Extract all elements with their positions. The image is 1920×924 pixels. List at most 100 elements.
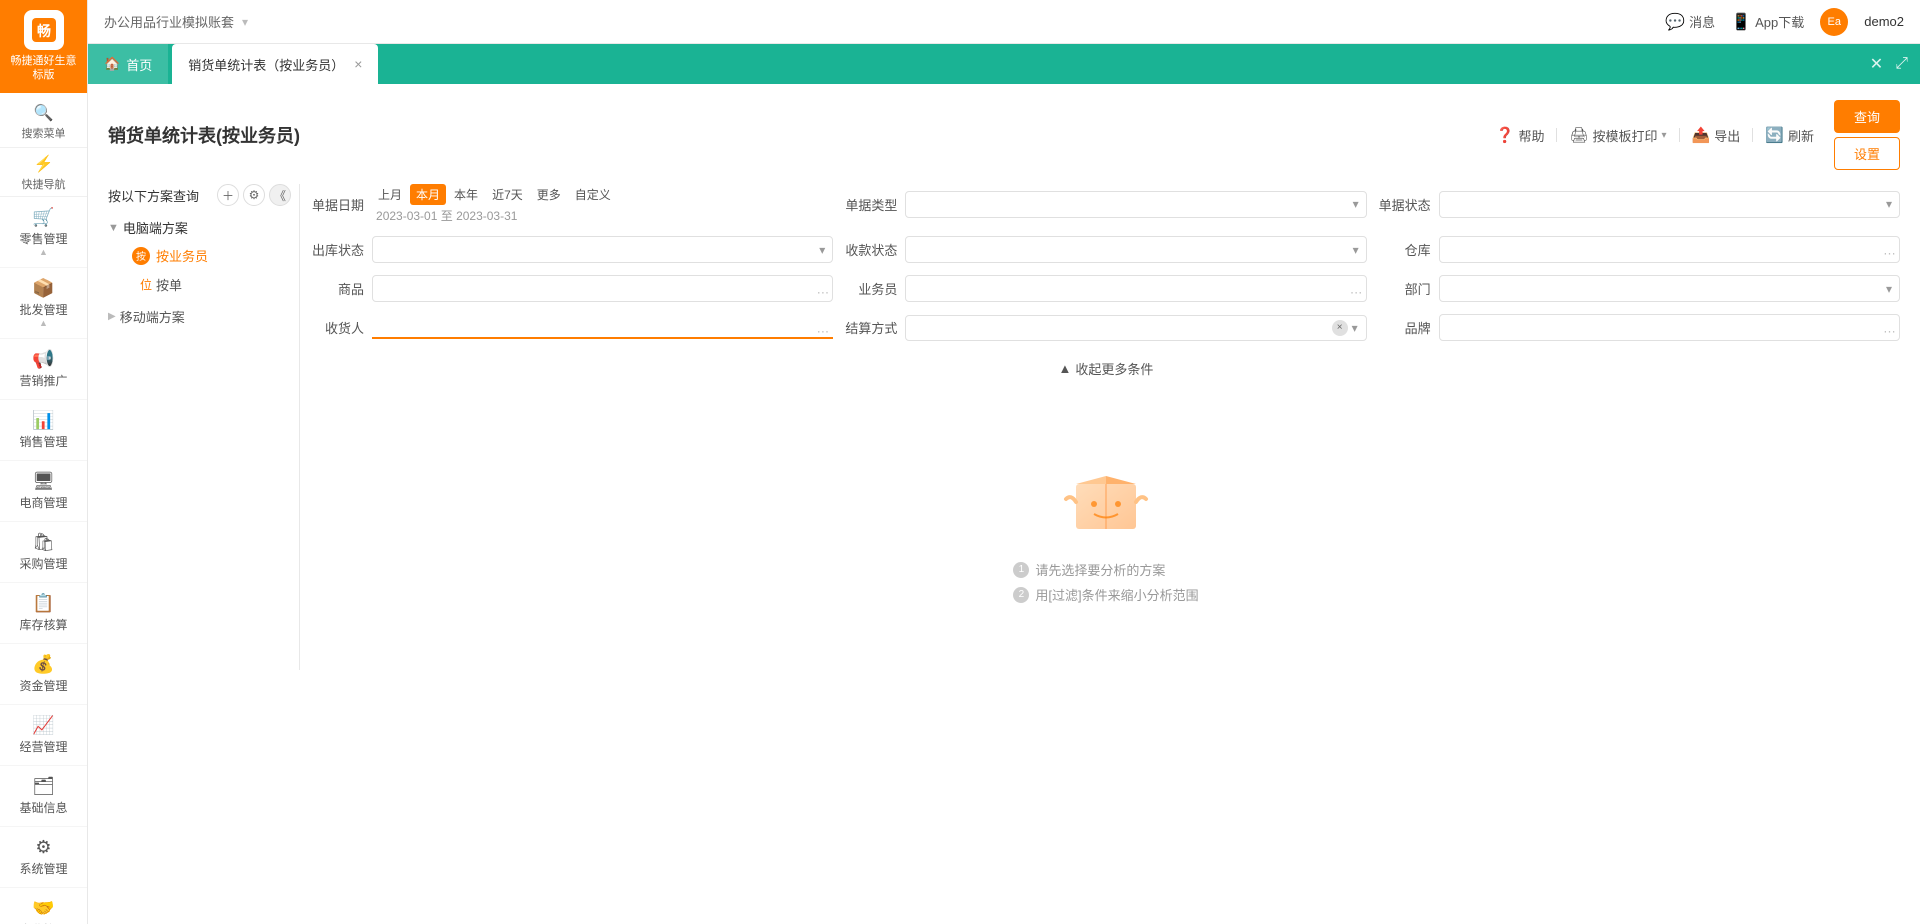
consignee-input-wrapper: … (372, 316, 833, 339)
product-dots-btn[interactable]: … (812, 281, 833, 296)
collapse-bar[interactable]: ▲ 收起更多条件 (312, 353, 1900, 384)
scheme-salesperson-label: 按业务员 (156, 246, 208, 265)
breadcrumb[interactable]: 办公用品行业模拟账套 (104, 12, 234, 31)
sidebar-item-inventory[interactable]: 📋 库存核算 (0, 583, 87, 644)
template-print-btn[interactable]: 🖨 按模板打印 ▾ (1569, 126, 1666, 145)
warehouse-label: 仓库 (1379, 240, 1431, 259)
filter-row-2: 出库状态 收款状态 (312, 236, 1900, 263)
tip-text-1: 请先选择要分析的方案 (1035, 560, 1165, 579)
help-label: 帮助 (1518, 126, 1544, 145)
export-btn[interactable]: 📤 导出 (1692, 126, 1741, 145)
payment-status-select-wrapper (905, 236, 1366, 263)
brand-dots-btn[interactable]: … (1879, 320, 1900, 335)
tab-close-btn[interactable]: × (354, 56, 362, 72)
department-select[interactable] (1439, 275, 1900, 302)
doc-status-select[interactable] (1439, 191, 1900, 218)
date-tab-custom[interactable]: 自定义 (569, 184, 617, 205)
quick-nav-item[interactable]: ⚡ 快捷导航 (0, 148, 87, 197)
tip-num-2: 2 (1013, 587, 1029, 603)
date-tab-more[interactable]: 更多 (531, 184, 567, 205)
message-btn[interactable]: 💬 消息 (1665, 12, 1715, 32)
sidebar-item-ecommerce[interactable]: 🖥 电商管理 (0, 461, 87, 522)
warehouse-input[interactable] (1439, 236, 1900, 263)
retail-label: 零售管理 (19, 230, 67, 247)
refresh-icon: 🔄 (1765, 126, 1784, 144)
date-tab-this-month[interactable]: 本月 (410, 184, 446, 205)
sidebar-item-operations[interactable]: 📈 经营管理 (0, 705, 87, 766)
mobile-arrow-icon: ▶ (108, 311, 116, 322)
date-tab-last-month[interactable]: 上月 (372, 184, 408, 205)
query-button[interactable]: 查询 (1834, 100, 1900, 133)
date-field: 单据日期 上月 本月 本年 近7天 更多 自定义 20 (312, 184, 833, 224)
sidebar-item-system[interactable]: ⚙ 系统管理 (0, 827, 87, 888)
warehouse-dots-btn[interactable]: … (1879, 242, 1900, 257)
warehouse-input-wrapper: … (1439, 236, 1900, 263)
sidebar-item-retail[interactable]: 🛒 零售管理 ▲ (0, 197, 87, 268)
breadcrumb-dropdown-icon[interactable]: ▾ (242, 15, 248, 29)
template-print-arrow-icon: ▾ (1662, 130, 1667, 141)
header-right: 💬 消息 📱 App下载 Ea demo2 (1665, 8, 1904, 36)
out-status-select-wrapper (372, 236, 833, 263)
brand-input[interactable] (1439, 314, 1900, 341)
sub-icon: 位 (140, 276, 152, 293)
tab-close-all-btn[interactable]: ✕ (1866, 50, 1887, 78)
consignee-label: 收货人 (312, 318, 364, 337)
refresh-btn[interactable]: 🔄 刷新 (1765, 126, 1814, 145)
app-download-btn[interactable]: 📱 App下载 (1731, 12, 1804, 32)
product-input-wrapper: … (372, 275, 833, 302)
purchase-label: 采购管理 (19, 555, 67, 572)
query-panel: 按以下方案查询 ＋ ⚙ 《 ▼ 电脑端方案 (108, 184, 1900, 670)
nav-label: 快捷导航 (22, 176, 66, 192)
doc-status-field: 单据状态 (1379, 191, 1900, 218)
sidebar-item-finance[interactable]: 💰 资金管理 (0, 644, 87, 705)
date-tab-this-year[interactable]: 本年 (448, 184, 484, 205)
scheme-sidebar: 按以下方案查询 ＋ ⚙ 《 ▼ 电脑端方案 (108, 184, 300, 670)
sidebar-item-sales[interactable]: 📊 销售管理 (0, 400, 87, 461)
search-menu-item[interactable]: 🔍 搜索菜单 (0, 93, 87, 148)
consignee-input[interactable] (372, 316, 833, 339)
mobile-scheme-label: 移动端方案 (120, 307, 185, 326)
date-range-text: 2023-03-01 至 2023-03-31 (376, 207, 833, 224)
desktop-scheme-header[interactable]: ▼ 电脑端方案 (108, 214, 291, 241)
sidebar-item-wholesale[interactable]: 📦 批发管理 ▲ (0, 268, 87, 339)
tab-home[interactable]: 🏠 首页 (88, 44, 168, 84)
page-inner: 销货单统计表(按业务员) ❓ 帮助 🖨 按模板打印 ▾ 📤 (88, 84, 1920, 924)
tab-home-label: 首页 (126, 55, 152, 74)
finance-icon: 💰 (32, 654, 54, 675)
add-scheme-btn[interactable]: ＋ (217, 184, 239, 206)
collapse-scheme-btn[interactable]: 《 (269, 184, 291, 206)
product-input[interactable] (372, 275, 833, 302)
tab-sales-report[interactable]: 销货单统计表（按业务员） × (172, 44, 378, 84)
settlement-clear-btn[interactable]: × (1332, 320, 1348, 336)
settings-scheme-btn[interactable]: ⚙ (243, 184, 265, 206)
settlement-dropdown-icon[interactable]: ▾ (1352, 321, 1358, 335)
date-tab-last-7-days[interactable]: 近7天 (486, 184, 529, 205)
consignee-dots-btn[interactable]: … (812, 320, 833, 335)
out-status-select[interactable] (372, 236, 833, 263)
sidebar-item-cooperation[interactable]: 🤝 企业协同 (0, 888, 87, 924)
mobile-scheme-group[interactable]: ▶ 移动端方案 (108, 303, 291, 330)
desktop-arrow-icon: ▼ (108, 222, 119, 234)
doc-type-select[interactable] (905, 191, 1366, 218)
page-title: 销货单统计表(按业务员) (108, 122, 300, 148)
template-print-label: 按模板打印 (1593, 126, 1658, 145)
scheme-item-by-salesperson[interactable]: 按 按业务员 (116, 241, 291, 270)
system-icon: ⚙ (35, 837, 51, 858)
sidebar-item-purchase[interactable]: 🛍 采购管理 (0, 522, 87, 583)
scheme-item-by-order[interactable]: 位 按单 (116, 270, 291, 299)
salesperson-input[interactable] (905, 275, 1366, 302)
app-logo[interactable]: 畅 畅捷通好生意 标版 (0, 0, 87, 93)
sidebar-item-basics[interactable]: 🗂 基础信息 (0, 766, 87, 827)
scheme-order-label: 按单 (156, 275, 182, 294)
payment-status-select[interactable] (905, 236, 1366, 263)
user-avatar[interactable]: Ea (1820, 8, 1848, 36)
tab-sales-report-label: 销货单统计表（按业务员） (188, 55, 344, 74)
tab-expand-btn[interactable]: ⤢ (1891, 51, 1912, 77)
settings-button[interactable]: 设置 (1834, 137, 1900, 170)
payment-status-field: 收款状态 (845, 236, 1366, 263)
sidebar-item-marketing[interactable]: 📢 营销推广 (0, 339, 87, 400)
help-btn[interactable]: ❓ 帮助 (1496, 126, 1545, 145)
username-label[interactable]: demo2 (1864, 14, 1904, 29)
empty-tip-2: 2 用[过滤]条件来缩小分析范围 (1013, 585, 1198, 604)
salesperson-dots-btn[interactable]: … (1346, 281, 1367, 296)
